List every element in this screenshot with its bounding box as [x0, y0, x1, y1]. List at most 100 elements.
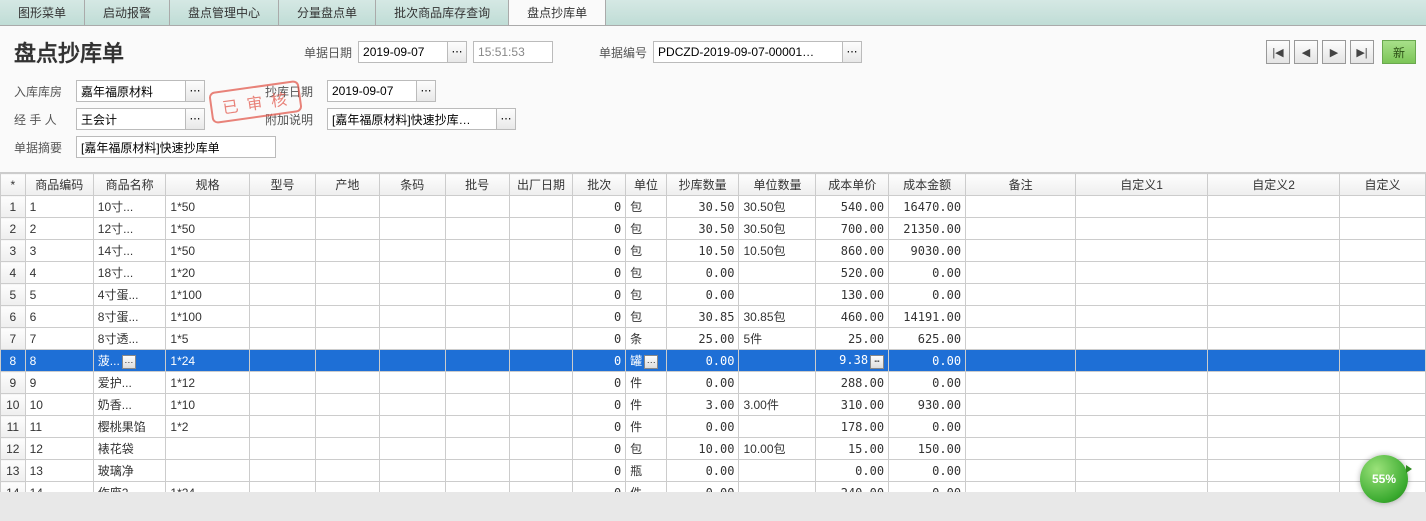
cell[interactable]: 1 — [1, 196, 26, 218]
tab-3[interactable]: 分量盘点单 — [279, 0, 376, 25]
table-row[interactable]: 1111樱桃果馅1*20件0.00178.000.00 — [1, 416, 1426, 438]
cell[interactable] — [1340, 350, 1426, 372]
table-row[interactable]: 4418寸...1*200包0.00520.000.00 — [1, 262, 1426, 284]
cell[interactable] — [249, 284, 315, 306]
cell[interactable]: 9030.00 — [889, 240, 966, 262]
col-header[interactable]: 商品编码 — [25, 174, 93, 196]
cell[interactable]: 1*24 — [166, 482, 250, 493]
tab-0[interactable]: 图形菜单 — [0, 0, 85, 25]
col-header[interactable]: 自定义 — [1340, 174, 1426, 196]
cell[interactable] — [445, 394, 509, 416]
col-header[interactable]: 出厂日期 — [509, 174, 573, 196]
cell[interactable] — [509, 350, 573, 372]
cell[interactable]: 0.00 — [816, 460, 889, 482]
cell[interactable]: 菠...⋯ — [93, 350, 166, 372]
cell[interactable] — [1208, 460, 1340, 482]
cell[interactable]: 10.50包 — [739, 240, 816, 262]
cell[interactable] — [445, 372, 509, 394]
col-header[interactable]: 成本金额 — [889, 174, 966, 196]
cell[interactable]: 18寸... — [93, 262, 166, 284]
cell[interactable]: 0 — [573, 328, 626, 350]
cell[interactable]: 5 — [25, 284, 93, 306]
cell[interactable]: 4 — [1, 262, 26, 284]
cell[interactable]: 10寸... — [93, 196, 166, 218]
cell[interactable]: 3 — [1, 240, 26, 262]
copy-date-picker-button[interactable]: ⋯ — [416, 80, 436, 102]
cell[interactable] — [379, 350, 445, 372]
cell[interactable] — [1208, 284, 1340, 306]
cell[interactable]: 件 — [626, 372, 667, 394]
bill-date-picker-button[interactable]: ⋯ — [447, 41, 467, 63]
cell[interactable] — [249, 196, 315, 218]
cell[interactable]: 樱桃果馅 — [93, 416, 166, 438]
cell[interactable] — [249, 460, 315, 482]
cell[interactable]: 0.00 — [889, 350, 966, 372]
cell-lookup-button[interactable]: ⋯ — [644, 355, 658, 369]
cell[interactable]: 860.00 — [816, 240, 889, 262]
cell[interactable] — [966, 240, 1076, 262]
cell[interactable]: 12寸... — [93, 218, 166, 240]
table-row[interactable]: 99爱护...1*120件0.00288.000.00 — [1, 372, 1426, 394]
cell[interactable] — [1076, 306, 1208, 328]
cell[interactable] — [1076, 438, 1208, 460]
cell[interactable]: 1*50 — [166, 196, 250, 218]
cell[interactable] — [1340, 306, 1426, 328]
cell[interactable]: 0.00 — [666, 416, 739, 438]
cell[interactable]: 件 — [626, 482, 667, 493]
cell[interactable] — [966, 438, 1076, 460]
col-header[interactable]: 规格 — [166, 174, 250, 196]
cell[interactable]: 540.00 — [816, 196, 889, 218]
cell[interactable] — [445, 218, 509, 240]
cell[interactable] — [966, 284, 1076, 306]
nav-next-button[interactable]: ▶ — [1322, 40, 1346, 64]
col-header[interactable]: 条码 — [379, 174, 445, 196]
table-row[interactable]: 554寸蛋...1*1000包0.00130.000.00 — [1, 284, 1426, 306]
bill-no-input[interactable] — [653, 41, 843, 63]
bill-date-input[interactable] — [358, 41, 448, 63]
cell[interactable]: 3.00件 — [739, 394, 816, 416]
cell[interactable]: 瓶 — [626, 460, 667, 482]
cell[interactable] — [1208, 394, 1340, 416]
col-header[interactable]: * — [1, 174, 26, 196]
cell[interactable]: 0.00 — [666, 482, 739, 493]
cell[interactable]: 玻璃净 — [93, 460, 166, 482]
cell[interactable] — [966, 394, 1076, 416]
cell[interactable]: 13 — [25, 460, 93, 482]
cell[interactable]: 0 — [573, 196, 626, 218]
cell[interactable] — [509, 394, 573, 416]
cell[interactable] — [445, 460, 509, 482]
bill-time-input[interactable] — [473, 41, 553, 63]
cell[interactable] — [509, 240, 573, 262]
grid-wrap[interactable]: *商品编码商品名称规格型号产地条码批号出厂日期批次单位抄库数量单位数量成本单价成… — [0, 172, 1426, 492]
cell[interactable]: 裱花袋 — [93, 438, 166, 460]
cell[interactable]: 520.00 — [816, 262, 889, 284]
cell[interactable]: 25.00 — [816, 328, 889, 350]
cell[interactable] — [1208, 350, 1340, 372]
warehouse-lookup-button[interactable]: ⋯ — [185, 80, 205, 102]
table-row[interactable]: 1313玻璃净0瓶0.000.000.00 — [1, 460, 1426, 482]
cell[interactable]: 30.50包 — [739, 218, 816, 240]
cell[interactable]: 爱护... — [93, 372, 166, 394]
cell[interactable]: 0.00 — [889, 372, 966, 394]
col-header[interactable]: 批号 — [445, 174, 509, 196]
cell[interactable] — [249, 262, 315, 284]
cell[interactable] — [1076, 460, 1208, 482]
cell[interactable] — [1076, 372, 1208, 394]
note-input[interactable] — [327, 108, 497, 130]
cell[interactable] — [509, 372, 573, 394]
cell[interactable] — [1076, 350, 1208, 372]
cell[interactable] — [966, 460, 1076, 482]
table-row[interactable]: 1212裱花袋0包10.0010.00包15.00150.00 — [1, 438, 1426, 460]
cell[interactable]: 包 — [626, 218, 667, 240]
cell[interactable]: 3 — [25, 240, 93, 262]
cell[interactable]: 0 — [573, 372, 626, 394]
cell[interactable] — [379, 460, 445, 482]
cell[interactable] — [739, 460, 816, 482]
cell[interactable] — [1208, 416, 1340, 438]
cell[interactable] — [445, 240, 509, 262]
data-grid[interactable]: *商品编码商品名称规格型号产地条码批号出厂日期批次单位抄库数量单位数量成本单价成… — [0, 173, 1426, 492]
col-header[interactable]: 自定义1 — [1076, 174, 1208, 196]
cell[interactable] — [445, 350, 509, 372]
cell[interactable]: 3.00 — [666, 394, 739, 416]
cell[interactable]: 7 — [25, 328, 93, 350]
